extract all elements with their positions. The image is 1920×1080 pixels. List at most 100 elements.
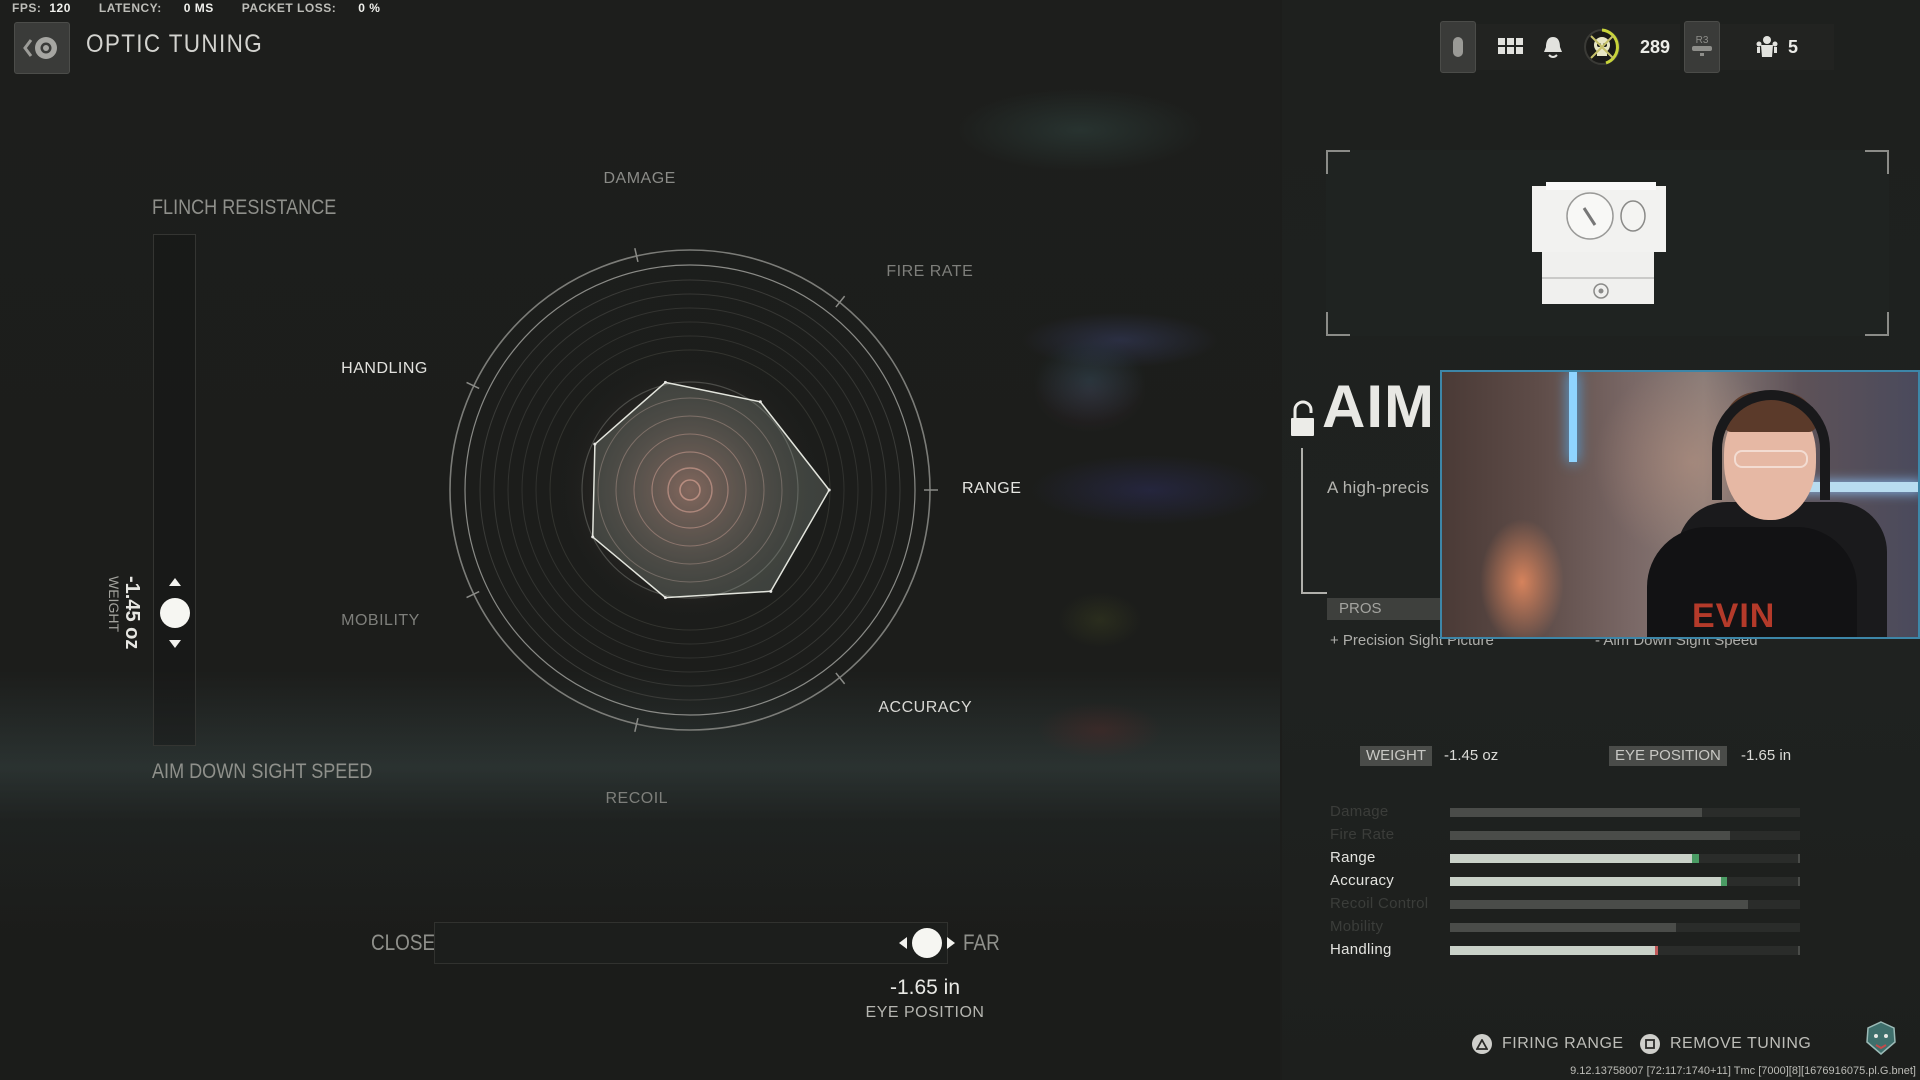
streamer-webcam-overlay: EVIN: [1440, 370, 1920, 639]
radar-point-handling: [593, 442, 597, 446]
stat-bar-track: [1450, 946, 1800, 955]
webcam-shirt-text: EVIN: [1692, 597, 1776, 635]
eye-position-tag: EYE POSITION: [1609, 746, 1727, 766]
far-label: FAR: [963, 930, 1000, 955]
bell-icon[interactable]: [1542, 35, 1564, 59]
slider-knob[interactable]: [160, 597, 190, 628]
remove-tuning-button[interactable]: REMOVE TUNING: [1640, 1034, 1811, 1054]
stat-bar-end-marker: [1798, 877, 1800, 886]
radar-label-mobility: MOBILITY: [341, 612, 420, 630]
party-count: 5: [1788, 36, 1799, 57]
stat-name: Recoil Control: [1330, 895, 1429, 912]
grid-menu-icon[interactable]: [1498, 38, 1524, 56]
attachment-description: A high-precis: [1327, 478, 1430, 497]
stat-name: Fire Rate: [1330, 826, 1395, 843]
stat-row-damage: Damage: [1330, 802, 1802, 825]
touchpad-button[interactable]: [1440, 21, 1476, 73]
stat-bar-decrease: [1655, 946, 1659, 955]
eye-position-label: EYE POSITION: [865, 1004, 985, 1021]
radar-label-damage: DAMAGE: [603, 170, 676, 188]
build-version-string: 9.12.13758007 [72:117:1740+11] Tmc [7000…: [1570, 1065, 1916, 1077]
stat-bar-fill: [1450, 900, 1748, 909]
stat-bar-end-marker: [1798, 854, 1800, 863]
radar-label-recoil: RECOIL: [605, 789, 669, 807]
headset-icon: [1712, 390, 1830, 500]
flinch-resistance-label: FLINCH RESISTANCE: [152, 196, 337, 219]
stat-bar-fill: [1450, 923, 1676, 932]
stat-bar-track: [1450, 877, 1800, 886]
packet-loss-value: 0 %: [358, 1, 381, 15]
slider-knob[interactable]: [912, 928, 943, 958]
remove-tuning-label: REMOVE TUNING: [1670, 1035, 1812, 1052]
close-label: CLOSE: [371, 930, 436, 955]
back-button[interactable]: [14, 22, 70, 74]
stat-row-accuracy: Accuracy: [1330, 871, 1802, 894]
rank-skull-badge-icon[interactable]: [1582, 27, 1622, 67]
stat-bar-fill: [1450, 854, 1692, 863]
stat-row-recoil-control: Recoil Control: [1330, 894, 1802, 917]
attachment-preview: [1326, 150, 1889, 336]
radar-point-fire-rate: [758, 400, 762, 404]
tiger-emblem-icon: [1866, 1021, 1896, 1055]
weight-slider-thumb[interactable]: [159, 577, 191, 648]
webcam-light: [1569, 372, 1577, 462]
radar-label-range: RANGE: [962, 480, 1022, 497]
rank-value: 289: [1640, 36, 1671, 57]
stat-row-handling: Handling: [1330, 940, 1802, 963]
stat-bars: Damage Fire Rate Range Accuracy Recoil Contr…: [1330, 802, 1802, 963]
fps-label: FPS:: [12, 1, 42, 15]
radar-point-range: [827, 488, 831, 492]
top-hud: 289 R3 5: [1440, 20, 1835, 74]
radar-point-recoil: [663, 596, 667, 600]
stat-name: Range: [1330, 849, 1376, 866]
eye-position-readout-value: -1.65 in: [1741, 747, 1792, 764]
square-button-icon: [1640, 1034, 1660, 1054]
stat-bar-track: [1450, 831, 1800, 840]
attachment-name: AIM: [1322, 373, 1435, 440]
weight-readout-value: -1.45 oz: [1444, 747, 1499, 764]
stat-bar-track: [1450, 923, 1800, 932]
stat-bar-track: [1450, 808, 1800, 817]
firing-range-button[interactable]: FIRING RANGE: [1472, 1034, 1624, 1054]
radar-point-damage: [663, 380, 667, 384]
r3-button[interactable]: R3: [1684, 21, 1721, 73]
party-icon[interactable]: [1756, 35, 1778, 59]
weight-tag: WEIGHT: [1360, 746, 1432, 766]
radar-label-accuracy: ACCURACY: [878, 698, 973, 716]
stat-name: Accuracy: [1330, 872, 1395, 889]
stat-bar-track: [1450, 854, 1800, 863]
frame-corner: [1326, 150, 1350, 174]
arrow-up-icon: [169, 577, 181, 586]
latency-value: 0 MS: [183, 1, 214, 15]
radar-point-mobility: [591, 535, 595, 539]
arrow-down-icon: [169, 639, 181, 648]
page-title: OPTIC TUNING: [86, 30, 264, 58]
stat-radar-chart: DAMAGE FIRE RATE RANGE ACCURACY RECOIL MOBILI…: [341, 170, 1021, 806]
weight-label: WEIGHT: [106, 576, 122, 632]
eye-position-slider-track[interactable]: [434, 922, 948, 964]
radar-svg: [449, 248, 938, 732]
unlocked-padlock-icon: [1291, 400, 1314, 436]
stat-row-mobility: Mobility: [1330, 917, 1802, 940]
back-eye-icon: [23, 37, 57, 59]
controller-touchpad-icon: [1453, 37, 1463, 57]
stat-name: Damage: [1330, 803, 1389, 820]
weight-slider-track[interactable]: [153, 234, 196, 746]
frame-corner: [1865, 312, 1889, 336]
radar-label-fire-rate: FIRE RATE: [886, 263, 974, 281]
description-bracket: [1301, 448, 1327, 594]
latency-label: LATENCY:: [98, 1, 162, 15]
r3-label: R3: [1696, 35, 1709, 46]
radar-point-accuracy: [769, 589, 773, 593]
frame-corner: [1326, 312, 1350, 336]
ads-speed-label: AIM DOWN SIGHT SPEED: [152, 760, 373, 783]
webcam-glasses: [1734, 450, 1808, 468]
weight-value: -1.45 oz: [121, 576, 143, 650]
stat-bar-fill: [1450, 831, 1730, 840]
eye-position-slider-thumb[interactable]: [899, 928, 956, 958]
stat-row-range: Range: [1330, 848, 1802, 871]
stat-bar-end-marker: [1798, 946, 1800, 955]
packet-loss-label: PACKET LOSS:: [241, 1, 337, 15]
eye-position-value: -1.65 in: [889, 976, 961, 999]
stat-bar-fill: [1450, 877, 1722, 886]
